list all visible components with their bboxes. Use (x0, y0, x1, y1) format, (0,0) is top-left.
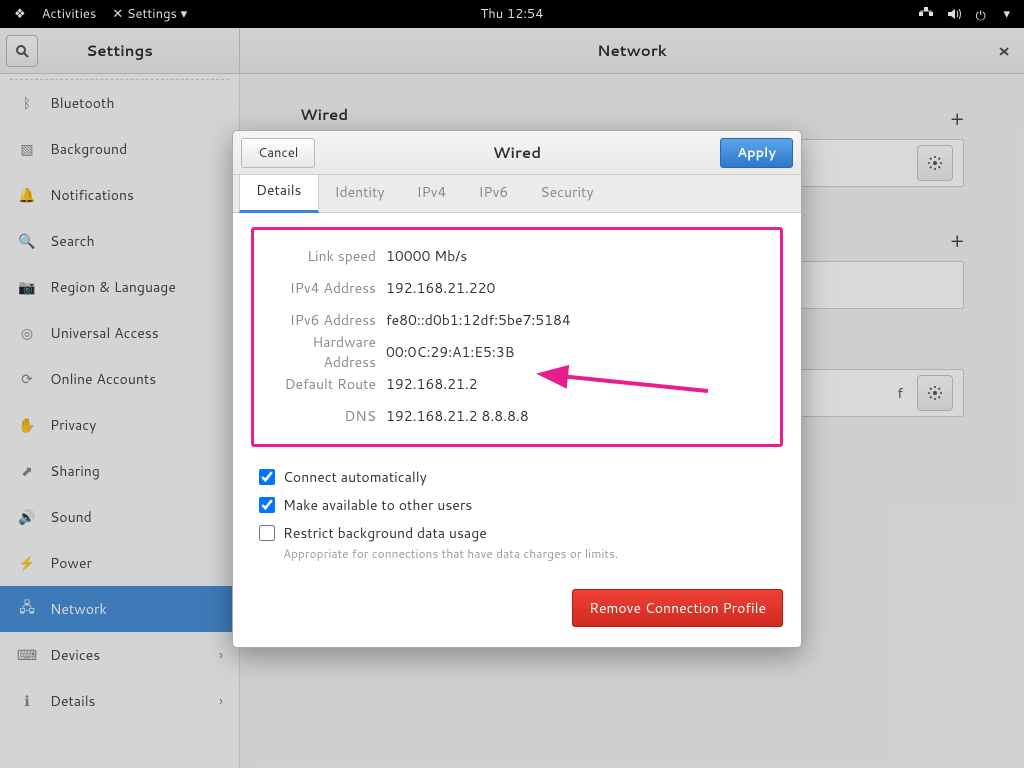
label-ipv6: IPv6 Address (266, 310, 386, 330)
value-ipv6: fe80::d0b1:12df:5be7:5184 (386, 310, 571, 330)
value-ipv4: 192.168.21.220 (386, 278, 495, 298)
checkbox-connect-auto[interactable]: Connect automatically (251, 467, 783, 487)
dialog-header: Cancel Wired Apply (233, 131, 801, 175)
gnome-top-bar: ❖ Activities ✕ Settings ▾ Thu 12:54 ⏻ ▾ (0, 0, 1024, 28)
label-link-speed: Link speed (266, 246, 386, 266)
checkbox-restrict-bg-input[interactable] (259, 525, 275, 541)
label-route: Default Route (266, 374, 386, 394)
details-highlight-box: Link speed10000 Mb/s IPv4 Address192.168… (251, 227, 783, 447)
checkbox-restrict-bg-sublabel: Appropriate for connections that have da… (283, 545, 618, 562)
value-dns: 192.168.21.2 8.8.8.8 (386, 406, 529, 426)
checkbox-connect-auto-input[interactable] (259, 469, 275, 485)
clock[interactable]: Thu 12:54 (481, 5, 544, 23)
checkbox-available-others[interactable]: Make available to other users (251, 495, 783, 515)
wired-connection-dialog: Cancel Wired Apply Details Identity IPv4… (232, 130, 802, 648)
volume-icon[interactable] (947, 7, 961, 21)
tab-ipv6[interactable]: IPv6 (462, 174, 524, 212)
apply-button[interactable]: Apply (720, 138, 793, 168)
chevron-down-icon: ▾ (181, 5, 188, 23)
activities-button[interactable]: Activities (36, 5, 103, 23)
settings-icon: ✕ (112, 5, 123, 23)
checkbox-available-others-label: Make available to other users (283, 495, 472, 515)
dialog-title: Wired (493, 142, 541, 163)
dialog-tabs: Details Identity IPv4 IPv6 Security (233, 175, 801, 213)
checkbox-restrict-bg[interactable]: Restrict background data usage Appropria… (251, 523, 783, 563)
checkbox-connect-auto-label: Connect automatically (283, 467, 427, 487)
power-icon[interactable]: ⏻ (975, 7, 989, 21)
tab-ipv4[interactable]: IPv4 (401, 174, 463, 212)
label-hw: Hardware Address (266, 332, 386, 372)
tab-security[interactable]: Security (524, 174, 609, 212)
label-dns: DNS (266, 406, 386, 426)
cancel-button[interactable]: Cancel (241, 138, 315, 168)
label-ipv4: IPv4 Address (266, 278, 386, 298)
app-menu[interactable]: ✕ Settings ▾ (106, 5, 193, 23)
os-menu-icon[interactable]: ❖ (8, 5, 32, 23)
value-hw: 00:0C:29:A1:E5:3B (386, 342, 514, 362)
value-route: 192.168.21.2 (386, 374, 478, 394)
system-menu-chevron-icon[interactable]: ▾ (1003, 5, 1010, 23)
tab-identity[interactable]: Identity (319, 174, 401, 212)
remove-connection-button[interactable]: Remove Connection Profile (572, 589, 783, 627)
checkbox-restrict-bg-label: Restrict background data usage (283, 523, 487, 543)
value-link-speed: 10000 Mb/s (386, 246, 467, 266)
checkbox-available-others-input[interactable] (259, 497, 275, 513)
app-menu-label: Settings (127, 5, 177, 23)
network-status-icon[interactable] (919, 7, 933, 21)
tab-details[interactable]: Details (239, 171, 319, 213)
